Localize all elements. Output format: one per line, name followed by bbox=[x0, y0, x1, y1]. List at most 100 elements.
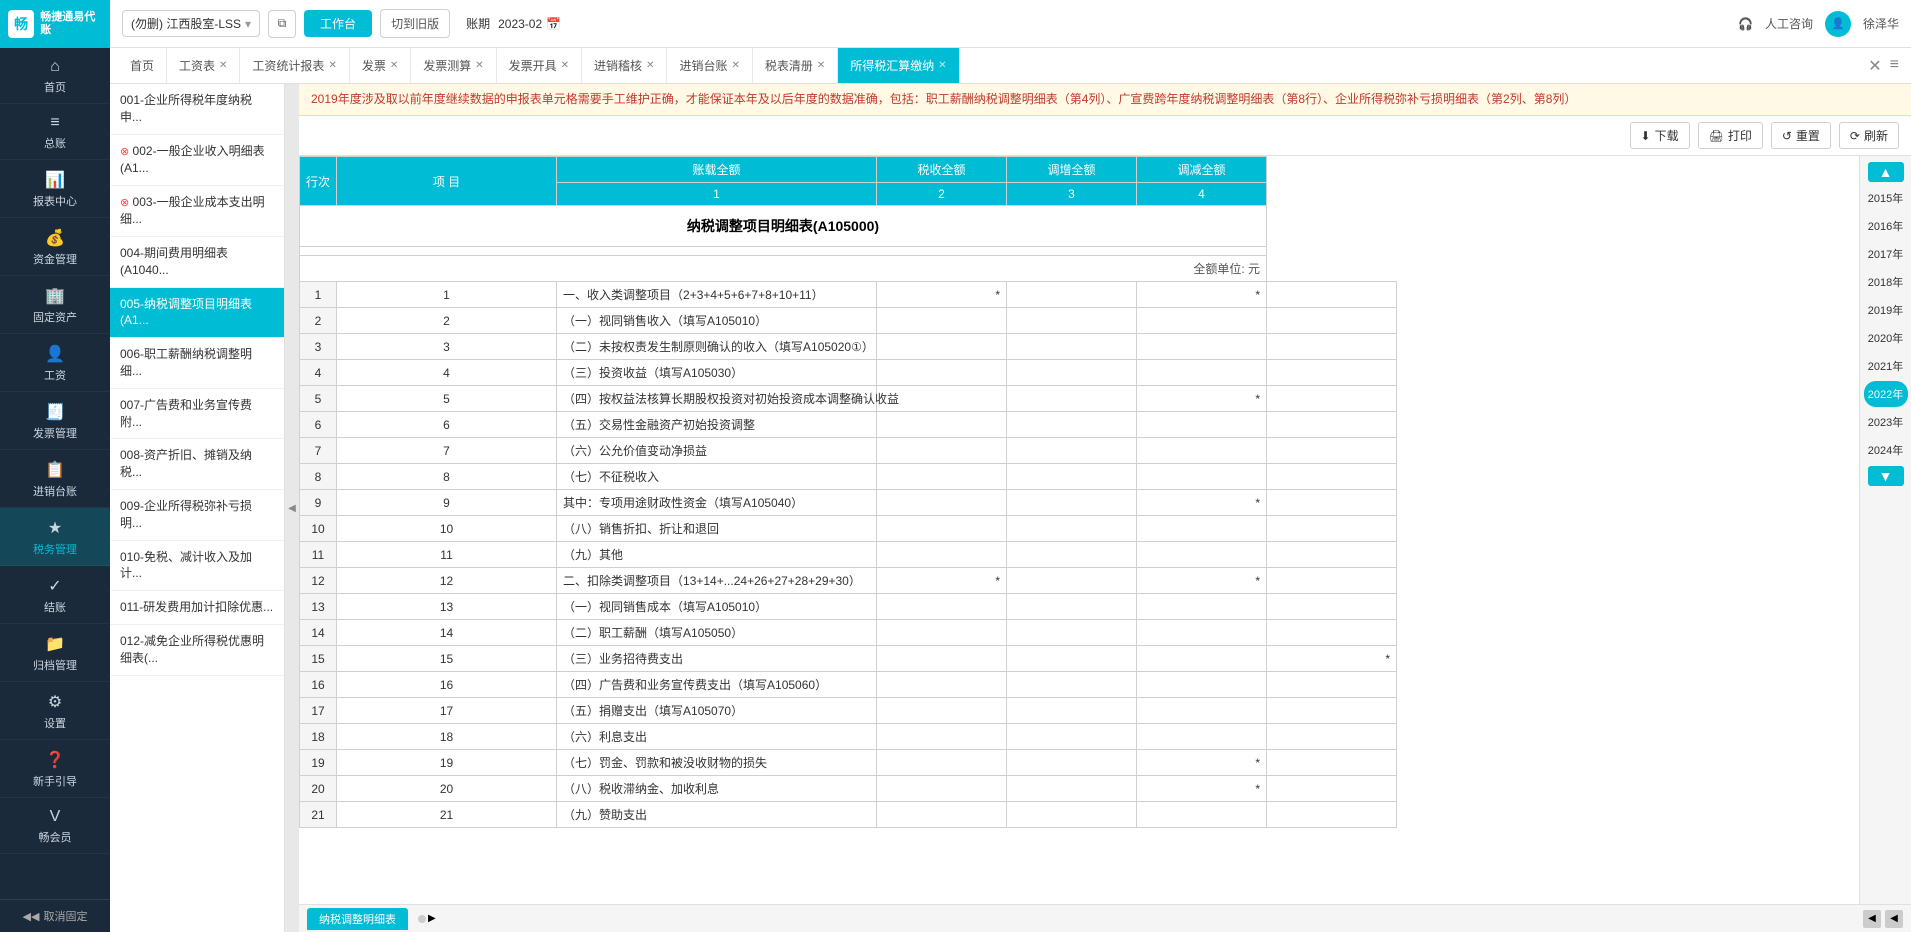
sidebar-item-guide[interactable]: ❓新手引导 bbox=[0, 740, 110, 798]
tab-close-tax-clearance[interactable]: ✕ bbox=[817, 60, 825, 71]
left-panel-item-008[interactable]: 008-资产折旧、摊销及纳税... bbox=[110, 439, 284, 490]
row-14-col-0[interactable] bbox=[877, 646, 1007, 672]
customer-service-label[interactable]: 人工咨询 bbox=[1765, 15, 1813, 32]
row-10-col-3[interactable] bbox=[1267, 542, 1397, 568]
row-4-col-1[interactable] bbox=[1007, 386, 1137, 412]
year-item-2017年[interactable]: 2017年 bbox=[1864, 241, 1908, 267]
tab-tax-clearance[interactable]: 税表清册✕ bbox=[753, 48, 838, 83]
row-item-9[interactable]: （八）销售折扣、折让和退回 bbox=[557, 516, 877, 542]
row-16-col-2[interactable] bbox=[1137, 698, 1267, 724]
year-item-2020年[interactable]: 2020年 bbox=[1864, 325, 1908, 351]
more-tabs-btn[interactable]: ≡ bbox=[1890, 56, 1899, 76]
row-1-col-0[interactable] bbox=[877, 308, 1007, 334]
year-item-2019年[interactable]: 2019年 bbox=[1864, 297, 1908, 323]
row-17-col-2[interactable] bbox=[1137, 724, 1267, 750]
calendar-icon[interactable]: 📅 bbox=[546, 17, 561, 31]
row-1-col-3[interactable] bbox=[1267, 308, 1397, 334]
sidebar-item-report[interactable]: 📊报表中心 bbox=[0, 160, 110, 218]
sidebar-item-archive[interactable]: 📁归档管理 bbox=[0, 624, 110, 682]
sidebar-item-tax-mgmt[interactable]: ★税务管理 bbox=[0, 508, 110, 566]
row-13-col-0[interactable] bbox=[877, 620, 1007, 646]
row-7-col-2[interactable] bbox=[1137, 464, 1267, 490]
row-8-col-1[interactable] bbox=[1007, 490, 1137, 516]
sidebar-item-settings[interactable]: ⚙设置 bbox=[0, 682, 110, 740]
row-13-col-2[interactable] bbox=[1137, 620, 1267, 646]
row-item-4[interactable]: （四）按权益法核算长期股权投资对初始投资成本调整确认收益 bbox=[557, 386, 877, 412]
year-item-2015年[interactable]: 2015年 bbox=[1864, 185, 1908, 211]
tab-input-ledger[interactable]: 进销台账✕ bbox=[667, 48, 752, 83]
scroll-right-arrow[interactable]: ▶ bbox=[428, 913, 436, 924]
row-9-col-1[interactable] bbox=[1007, 516, 1137, 542]
row-13-col-3[interactable] bbox=[1267, 620, 1397, 646]
sidebar-item-payroll[interactable]: 👤工资 bbox=[0, 334, 110, 392]
row-16-col-3[interactable] bbox=[1267, 698, 1397, 724]
left-panel-item-012[interactable]: 012-减免企业所得税优惠明细表(... bbox=[110, 625, 284, 676]
row-item-2[interactable]: （二）未按权责发生制原则确认的收入（填写A105020①） bbox=[557, 334, 877, 360]
row-20-col-3[interactable] bbox=[1267, 802, 1397, 828]
row-5-col-2[interactable] bbox=[1137, 412, 1267, 438]
row-item-0[interactable]: 一、收入类调整项目（2+3+4+5+6+7+8+10+11） bbox=[557, 282, 877, 308]
tab-close-input-ledger[interactable]: ✕ bbox=[731, 60, 739, 71]
company-selector[interactable]: (勿删) 江西股室-LSS ▾ bbox=[122, 10, 260, 37]
row-16-col-1[interactable] bbox=[1007, 698, 1137, 724]
row-item-8[interactable]: 其中：专项用途财政性资金（填写A105040） bbox=[557, 490, 877, 516]
row-19-col-2[interactable]: * bbox=[1137, 776, 1267, 802]
row-2-col-0[interactable] bbox=[877, 334, 1007, 360]
row-18-col-1[interactable] bbox=[1007, 750, 1137, 776]
old-version-button[interactable]: 切到旧版 bbox=[380, 9, 450, 38]
row-20-col-0[interactable] bbox=[877, 802, 1007, 828]
row-1-col-1[interactable] bbox=[1007, 308, 1137, 334]
row-item-6[interactable]: （六）公允价值变动净损益 bbox=[557, 438, 877, 464]
year-item-2021年[interactable]: 2021年 bbox=[1864, 353, 1908, 379]
row-5-col-3[interactable] bbox=[1267, 412, 1397, 438]
row-item-20[interactable]: （九）赞助支出 bbox=[557, 802, 877, 828]
user-name[interactable]: 徐泽华 bbox=[1863, 15, 1899, 32]
row-item-19[interactable]: （八）税收滞纳金、加收利息 bbox=[557, 776, 877, 802]
row-6-col-2[interactable] bbox=[1137, 438, 1267, 464]
row-19-col-0[interactable] bbox=[877, 776, 1007, 802]
row-15-col-2[interactable] bbox=[1137, 672, 1267, 698]
workbench-button[interactable]: 工作台 bbox=[304, 10, 372, 37]
tab-home[interactable]: 首页 bbox=[118, 48, 167, 83]
row-8-col-3[interactable] bbox=[1267, 490, 1397, 516]
row-3-col-3[interactable] bbox=[1267, 360, 1397, 386]
row-7-col-1[interactable] bbox=[1007, 464, 1137, 490]
left-panel-item-002[interactable]: ⊗ 002-一般企业收入明细表(A1... bbox=[110, 135, 284, 186]
row-10-col-0[interactable] bbox=[877, 542, 1007, 568]
row-14-col-1[interactable] bbox=[1007, 646, 1137, 672]
row-6-col-3[interactable] bbox=[1267, 438, 1397, 464]
row-11-col-3[interactable] bbox=[1267, 568, 1397, 594]
row-20-col-1[interactable] bbox=[1007, 802, 1137, 828]
row-10-col-2[interactable] bbox=[1137, 542, 1267, 568]
row-6-col-1[interactable] bbox=[1007, 438, 1137, 464]
row-12-col-0[interactable] bbox=[877, 594, 1007, 620]
row-12-col-1[interactable] bbox=[1007, 594, 1137, 620]
sidebar-item-finance[interactable]: 💰资金管理 bbox=[0, 218, 110, 276]
year-item-2016年[interactable]: 2016年 bbox=[1864, 213, 1908, 239]
spreadsheet-main[interactable]: 纳税调整项目明细表(A105000)全额单位: 元行次项 目账载全额税收全额调增… bbox=[299, 156, 1859, 904]
row-9-col-3[interactable] bbox=[1267, 516, 1397, 542]
left-panel-item-007[interactable]: 007-广告费和业务宣传费附... bbox=[110, 389, 284, 440]
sidebar-item-fixed-assets[interactable]: 🏢固定资产 bbox=[0, 276, 110, 334]
row-item-16[interactable]: （五）捐赠支出（填写A105070） bbox=[557, 698, 877, 724]
tab-input-tax-check[interactable]: 进销稽核✕ bbox=[582, 48, 667, 83]
download-button[interactable]: ⬇ 下载 bbox=[1630, 122, 1690, 149]
row-9-col-0[interactable] bbox=[877, 516, 1007, 542]
row-4-col-3[interactable] bbox=[1267, 386, 1397, 412]
row-19-col-3[interactable] bbox=[1267, 776, 1397, 802]
scroll-left-btn[interactable]: ◀ bbox=[1863, 910, 1881, 928]
row-4-col-2[interactable]: * bbox=[1137, 386, 1267, 412]
tab-close-payroll[interactable]: ✕ bbox=[219, 60, 227, 71]
row-item-5[interactable]: （五）交易性金融资产初始投资调整 bbox=[557, 412, 877, 438]
refresh-button[interactable]: ⟳ 刷新 bbox=[1839, 122, 1899, 149]
row-11-col-1[interactable] bbox=[1007, 568, 1137, 594]
row-0-col-1[interactable] bbox=[1007, 282, 1137, 308]
tab-close-invoice[interactable]: ✕ bbox=[390, 60, 398, 71]
close-all-btn[interactable]: ✕ bbox=[1868, 56, 1881, 76]
row-2-col-1[interactable] bbox=[1007, 334, 1137, 360]
row-item-1[interactable]: （一）视同销售收入（填写A105010） bbox=[557, 308, 877, 334]
row-11-col-2[interactable]: * bbox=[1137, 568, 1267, 594]
row-item-13[interactable]: （二）职工薪酬（填写A105050） bbox=[557, 620, 877, 646]
year-up-btn[interactable]: ▲ bbox=[1868, 162, 1904, 182]
row-item-10[interactable]: （九）其他 bbox=[557, 542, 877, 568]
